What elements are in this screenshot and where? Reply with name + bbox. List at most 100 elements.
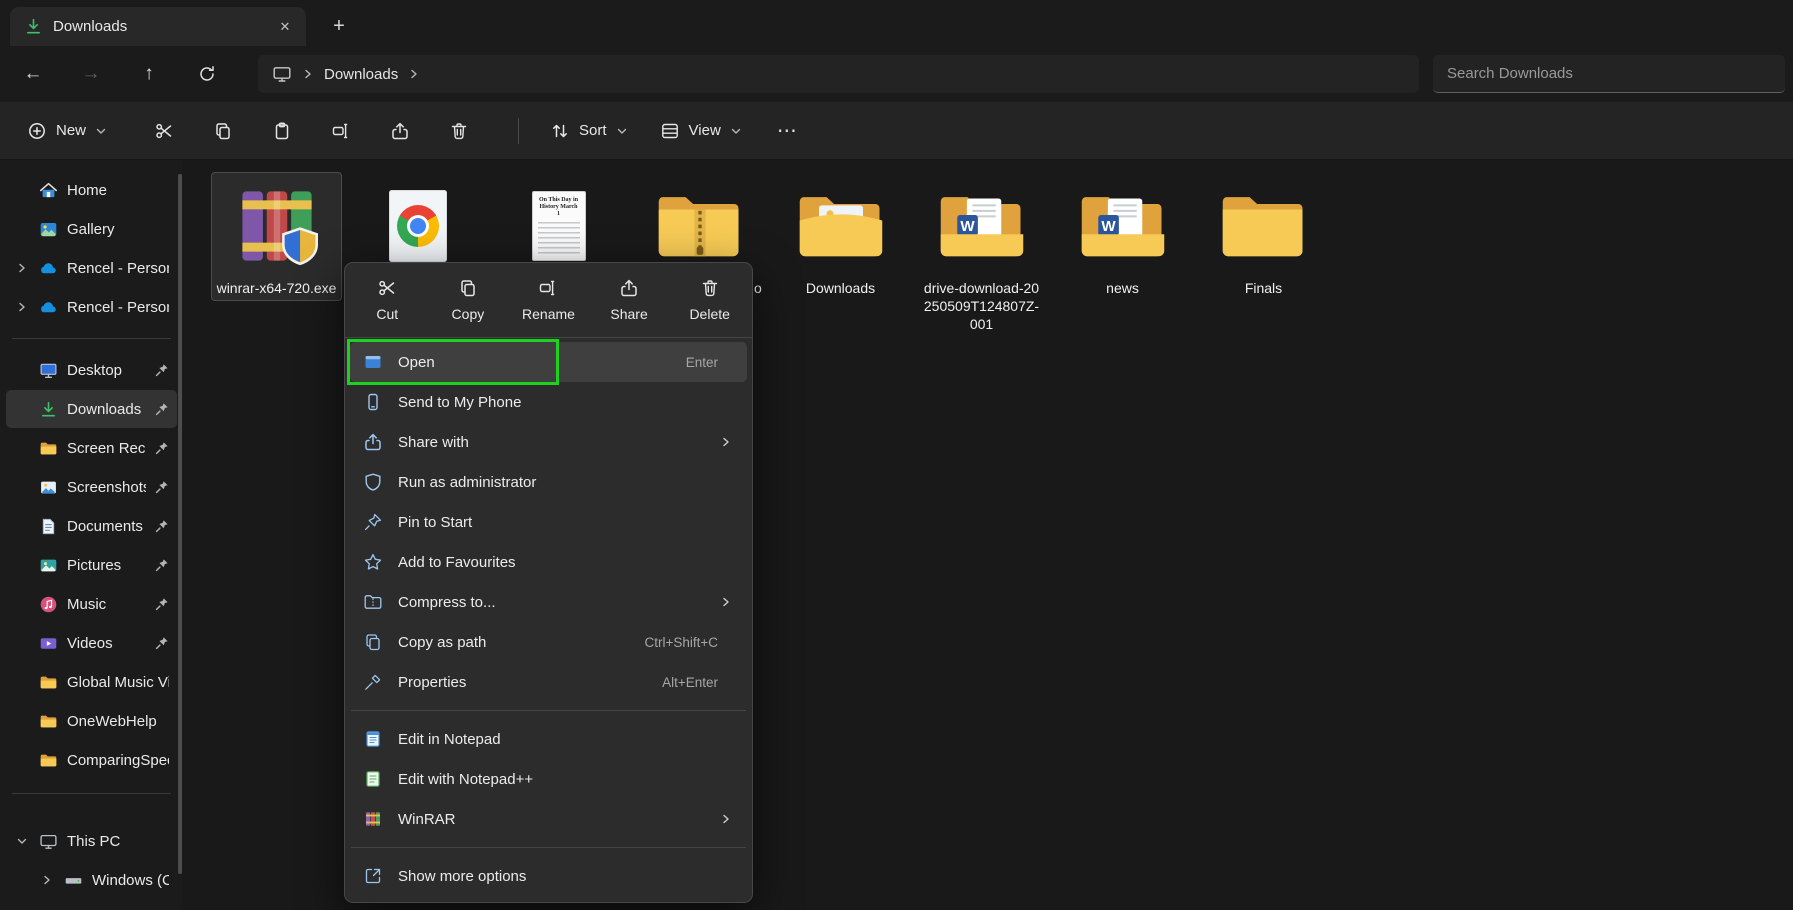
sidebar-item-windows-c[interactable]: Windows (C:)	[6, 861, 177, 899]
back-button[interactable]: ←	[14, 56, 52, 92]
view-button[interactable]: View	[649, 113, 753, 149]
forward-button[interactable]: →	[72, 56, 110, 92]
videos-icon	[39, 634, 58, 653]
onedrive-cloud-icon	[39, 298, 58, 317]
new-tab-button[interactable]: +	[324, 11, 354, 41]
menu-item-copy-as-path[interactable]: Copy as path Ctrl+Shift+C	[350, 622, 747, 662]
copy-button[interactable]	[203, 111, 243, 151]
menu-item-open[interactable]: Open Enter	[350, 342, 747, 382]
pin-icon	[155, 480, 169, 494]
menu-item-properties[interactable]: Properties Alt+Enter	[350, 662, 747, 702]
word-folder-icon	[1079, 190, 1167, 262]
drive-icon	[64, 871, 83, 890]
chrome-file-icon	[389, 190, 447, 262]
search-input[interactable]	[1433, 55, 1785, 93]
winrar-exe-icon	[236, 185, 318, 267]
sort-button[interactable]: Sort	[539, 113, 639, 149]
new-button[interactable]: New	[16, 113, 118, 149]
breadcrumb[interactable]: Downloads	[258, 55, 1419, 93]
sidebar-item-screen-recordings[interactable]: Screen Recor	[6, 429, 177, 467]
file-winrar-exe[interactable]: winrar-x64-720.exe	[211, 172, 342, 301]
download-icon	[24, 17, 43, 36]
this-pc-icon	[272, 64, 292, 84]
sidebar-item-screenshots[interactable]: Screenshots	[6, 468, 177, 506]
quick-delete-button[interactable]: Delete	[670, 269, 749, 331]
quick-rename-button[interactable]: Rename	[509, 269, 588, 331]
sidebar-item-onewebhelp[interactable]: OneWebHelp	[6, 702, 177, 740]
onedrive-cloud-icon	[39, 259, 58, 278]
cut-button[interactable]	[144, 111, 184, 151]
sidebar-item-desktop[interactable]: Desktop	[6, 351, 177, 389]
close-tab-icon[interactable]: ✕	[272, 14, 298, 40]
sidebar-item-onedrive-2[interactable]: Rencel - Persona	[6, 288, 177, 326]
pin-icon	[155, 597, 169, 611]
file-label: Finals	[1245, 279, 1282, 297]
menu-item-pin-to-start[interactable]: Pin to Start	[350, 502, 747, 542]
chevron-right-icon[interactable]	[408, 68, 420, 80]
trash-icon	[449, 121, 469, 141]
more-options-button[interactable]: ⋯	[767, 111, 807, 151]
chevron-right-icon[interactable]	[14, 299, 30, 315]
refresh-icon	[197, 64, 217, 84]
sidebar-scrollbar[interactable]	[178, 174, 182, 874]
share-button[interactable]	[380, 111, 420, 151]
menu-item-compress-to[interactable]: Compress to...	[350, 582, 747, 622]
menu-item-add-to-favourites[interactable]: Add to Favourites	[350, 542, 747, 582]
sidebar-item-gallery[interactable]: Gallery	[6, 210, 177, 248]
menu-item-send-to-my-phone[interactable]: Send to My Phone	[350, 382, 747, 422]
breadcrumb-location[interactable]: Downloads	[324, 66, 398, 83]
folder-drive-download[interactable]: drive-download-20250509T124807Z-001	[916, 172, 1047, 337]
folder-downloads[interactable]: Downloads	[775, 172, 906, 301]
folder-finals[interactable]: Finals	[1198, 172, 1329, 301]
menu-item-winrar[interactable]: WinRAR	[350, 799, 747, 839]
sidebar-item-home[interactable]: Home	[6, 171, 177, 209]
sidebar-item-comparingspec[interactable]: ComparingSpec	[6, 741, 177, 779]
copy-icon	[213, 121, 233, 141]
view-icon	[660, 121, 680, 141]
quick-share-button[interactable]: Share	[590, 269, 669, 331]
menu-item-edit-in-notepad[interactable]: Edit in Notepad	[350, 719, 747, 759]
sidebar-item-pictures[interactable]: Pictures	[6, 546, 177, 584]
sidebar-item-documents[interactable]: Documents	[6, 507, 177, 545]
sidebar-item-this-pc[interactable]: This PC	[6, 822, 177, 860]
sidebar-item-onedrive-1[interactable]: Rencel - Persona	[6, 249, 177, 287]
file-label: Downloads	[806, 279, 875, 297]
context-menu-items: Open Enter Send to My Phone Share with R…	[345, 338, 752, 896]
shortcut-label: Ctrl+Shift+C	[644, 635, 734, 650]
explorer-tab[interactable]: Downloads ✕	[10, 7, 306, 46]
quick-copy-button[interactable]: Copy	[429, 269, 508, 331]
sidebar-item-downloads[interactable]: Downloads	[6, 390, 177, 428]
sidebar-item-global-music[interactable]: Global Music Vil	[6, 663, 177, 701]
zip-folder-icon	[656, 190, 744, 262]
navigation-bar: ← → ↑ Downloads	[0, 46, 1793, 102]
sidebar-item-music[interactable]: Music	[6, 585, 177, 623]
navigation-pane: Home Gallery Rencel - Persona Rencel - P…	[0, 160, 183, 910]
refresh-button[interactable]	[188, 56, 226, 92]
chevron-down-icon	[616, 125, 628, 137]
chevron-right-icon[interactable]	[14, 260, 30, 276]
sidebar-item-videos[interactable]: Videos	[6, 624, 177, 662]
chevron-right-icon[interactable]	[39, 872, 55, 888]
trash-icon	[700, 278, 720, 298]
rename-icon	[538, 278, 558, 298]
quick-cut-button[interactable]: Cut	[348, 269, 427, 331]
sidebar-divider	[12, 793, 171, 794]
document-thumb-lines	[538, 222, 580, 254]
folder-news[interactable]: news	[1057, 172, 1188, 301]
chevron-down-icon[interactable]	[14, 833, 30, 849]
folder-icon	[39, 712, 58, 731]
folder-icon	[39, 751, 58, 770]
chevron-right-icon	[720, 436, 734, 448]
notepad-plus-plus-icon	[363, 769, 383, 789]
up-button[interactable]: ↑	[130, 56, 168, 92]
delete-button[interactable]	[439, 111, 479, 151]
plus-circle-icon	[27, 121, 47, 141]
menu-item-run-as-administrator[interactable]: Run as administrator	[350, 462, 747, 502]
rename-button[interactable]	[321, 111, 361, 151]
title-bar: Downloads ✕ +	[0, 0, 1793, 46]
word-folder-icon	[938, 190, 1026, 262]
menu-item-share-with[interactable]: Share with	[350, 422, 747, 462]
paste-button[interactable]	[262, 111, 302, 151]
menu-item-edit-with-notepad-plus-plus[interactable]: Edit with Notepad++	[350, 759, 747, 799]
menu-item-show-more-options[interactable]: Show more options	[350, 856, 747, 896]
